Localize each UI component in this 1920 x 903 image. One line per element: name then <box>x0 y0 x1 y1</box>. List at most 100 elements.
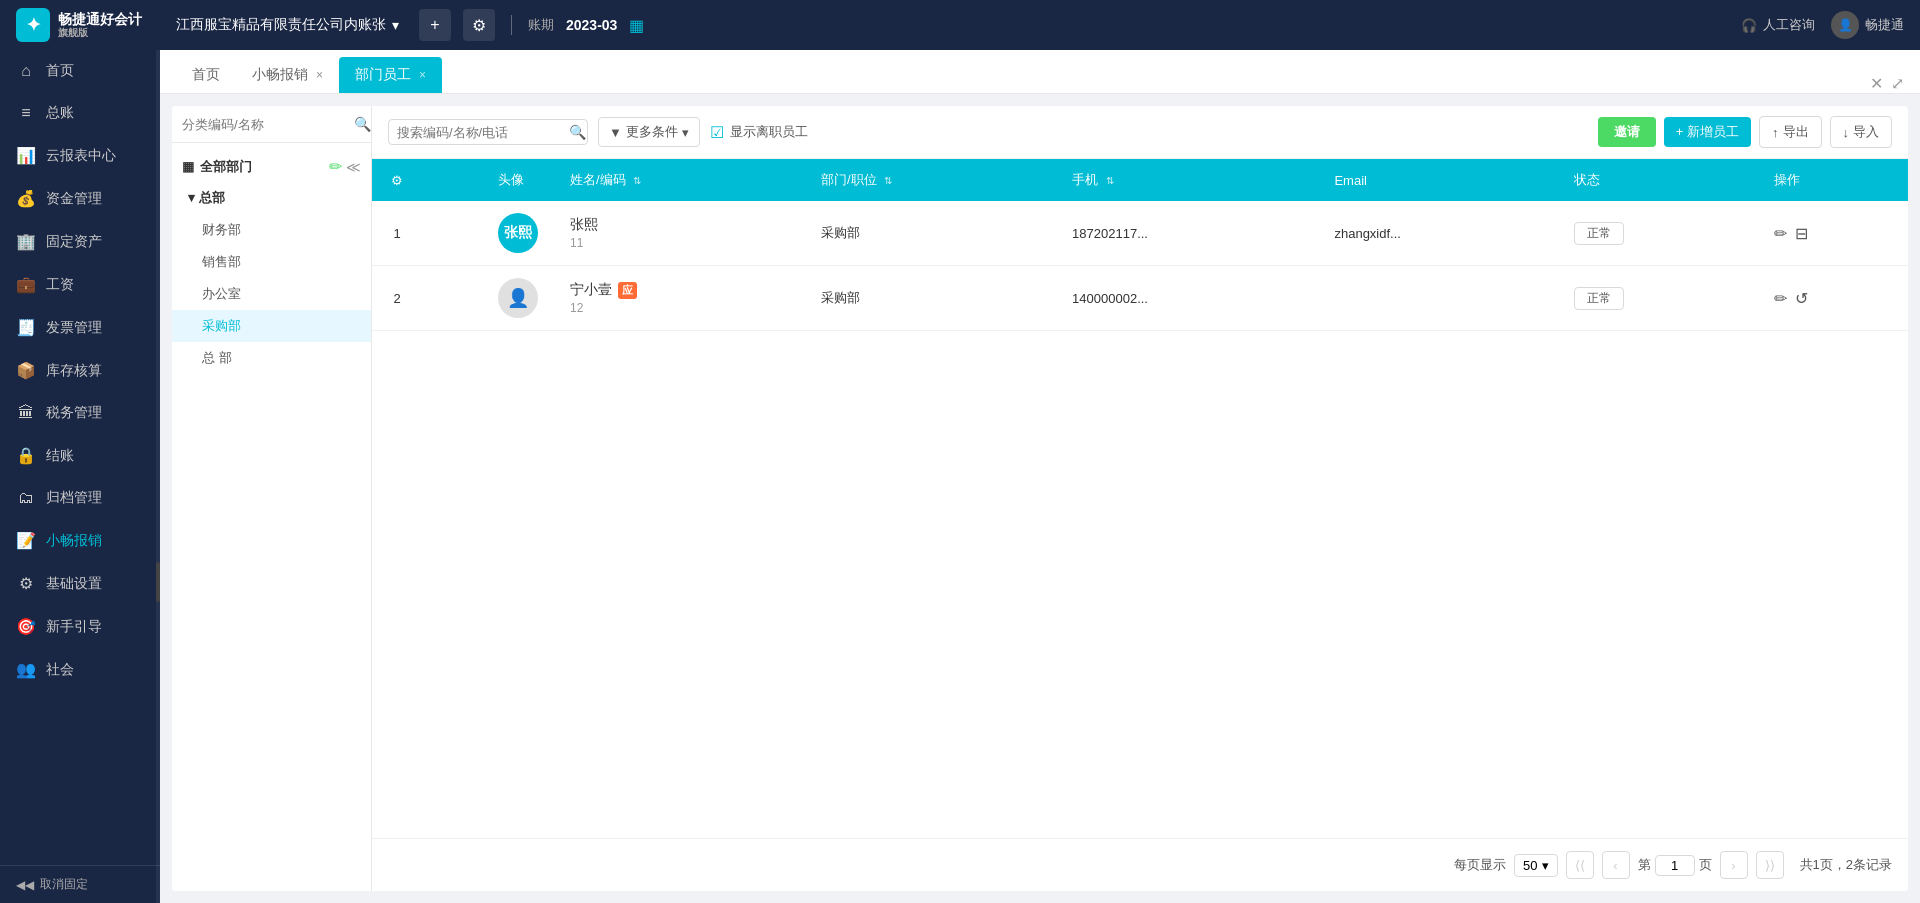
page-next-btn[interactable]: › <box>1720 851 1748 879</box>
invite-button[interactable]: 邀请 <box>1598 117 1656 147</box>
calendar-icon[interactable]: ▦ <box>629 16 644 35</box>
row1-name-code: 张熙 11 <box>570 216 789 250</box>
per-page-label: 每页显示 <box>1454 856 1506 874</box>
dept-item-finance[interactable]: 财务部 <box>172 214 371 246</box>
tabs-bar: 首页 小畅报销 × 部门员工 × ✕ ⤢ <box>160 50 1920 94</box>
sidebar-item-closing[interactable]: 🔒 结账 <box>0 434 160 477</box>
sidebar-item-invoice[interactable]: 🧾 发票管理 <box>0 306 160 349</box>
dept-purchase-label: 采购部 <box>202 318 241 333</box>
sidebar-item-assets[interactable]: 🏢 固定资产 <box>0 220 160 263</box>
layout: ⌂ 首页 ≡ 总账 📊 云报表中心 💰 资金管理 🏢 固定资产 💼 工资 <box>0 50 1920 903</box>
row1-phone: 187202117... <box>1056 201 1318 266</box>
sidebar-item-expense[interactable]: 📝 小畅报销 <box>0 519 160 562</box>
topbar-divider <box>511 15 512 35</box>
tab-home[interactable]: 首页 <box>176 57 236 93</box>
page-prev-btn[interactable]: ‹ <box>1602 851 1630 879</box>
import-label: 导入 <box>1853 123 1879 141</box>
row2-name: 宁小壹 <box>570 281 612 299</box>
sidebar-item-reports[interactable]: 📊 云报表中心 <box>0 134 160 177</box>
app-name: 畅捷通好会计 <box>58 11 142 28</box>
guide-icon: 🎯 <box>16 617 36 636</box>
sidebar-item-tax[interactable]: 🏛 税务管理 <box>0 392 160 434</box>
tab-expense-close[interactable]: × <box>316 68 323 82</box>
dept-collapse-icon[interactable]: ≪ <box>346 159 361 175</box>
dept-search-input[interactable] <box>182 117 350 132</box>
row2-badge: 应 <box>618 282 637 299</box>
dept-item-sales[interactable]: 销售部 <box>172 246 371 278</box>
sidebar-item-settings[interactable]: ⚙ 基础设置 <box>0 562 160 605</box>
row2-dept: 采购部 <box>805 266 1056 331</box>
col-dept[interactable]: 部门/职位 ⇅ <box>805 159 1056 201</box>
dept-all-left: ▦ 全部部门 <box>182 158 252 176</box>
dept-item-purchase[interactable]: 采购部 <box>172 310 371 342</box>
dept-edit-icon[interactable]: ✏ <box>329 157 342 176</box>
row2-status: 正常 <box>1558 266 1758 331</box>
employee-search-input[interactable] <box>397 125 565 140</box>
sidebar-item-payroll[interactable]: 💼 工资 <box>0 263 160 306</box>
filter-dropdown-icon: ▾ <box>682 125 689 140</box>
status-badge-2: 正常 <box>1574 287 1624 310</box>
tab-expand[interactable]: ⤢ <box>1891 74 1904 93</box>
col-email: Email <box>1318 159 1558 201</box>
row2-name-with-badge: 宁小壹 应 <box>570 281 789 299</box>
sidebar-item-label: 固定资产 <box>46 233 102 251</box>
sidebar-item-label: 结账 <box>46 447 74 465</box>
tab-dept-employee[interactable]: 部门员工 × <box>339 57 442 93</box>
dept-all-header[interactable]: ▦ 全部部门 ✏ ≪ <box>172 151 371 182</box>
sidebar-item-archive[interactable]: 🗂 归档管理 <box>0 477 160 519</box>
col-settings[interactable]: ⚙ <box>372 159 422 201</box>
add-button[interactable]: + <box>419 9 451 41</box>
settings-button[interactable]: ⚙ <box>463 9 495 41</box>
row1-edit-btn[interactable]: ✏ <box>1774 224 1787 243</box>
user-info[interactable]: 👤 畅捷通 <box>1831 11 1904 39</box>
avatar-circle-1: 张熙 <box>498 213 538 253</box>
per-page-select[interactable]: 50 ▾ <box>1514 854 1557 877</box>
dept-search-icon[interactable]: 🔍 <box>354 116 371 132</box>
service-button[interactable]: 🎧 人工咨询 <box>1741 16 1815 34</box>
cancel-pin-button[interactable]: ◀◀ 取消固定 <box>0 865 160 903</box>
dept-finance-label: 财务部 <box>202 222 241 237</box>
tab-close-all[interactable]: ✕ <box>1870 74 1883 93</box>
tab-expense[interactable]: 小畅报销 × <box>236 57 339 93</box>
dept-item-general-hq[interactable]: 总 部 <box>172 342 371 374</box>
row1-status: 正常 <box>1558 201 1758 266</box>
row2-code: 12 <box>570 301 789 315</box>
dept-item-hq-parent[interactable]: ▾ 总部 <box>172 182 371 214</box>
row1-avatar: 张熙 <box>482 201 554 266</box>
row1-logout-btn[interactable]: ⊟ <box>1795 224 1808 243</box>
sidebar-item-label: 发票管理 <box>46 319 102 337</box>
col-name[interactable]: 姓名/编码 ⇅ <box>554 159 805 201</box>
row1-actions: ✏ ⊟ <box>1758 201 1908 266</box>
dept-item-office[interactable]: 办公室 <box>172 278 371 310</box>
filter-button[interactable]: ▼ 更多条件 ▾ <box>598 117 700 147</box>
company-selector[interactable]: 江西服宝精品有限责任公司内账张 ▾ <box>168 12 407 38</box>
headset-icon: 🎧 <box>1741 18 1757 33</box>
page-last-btn[interactable]: ⟩⟩ <box>1756 851 1784 879</box>
row1-num2 <box>422 201 482 266</box>
sidebar-item-home[interactable]: ⌂ 首页 <box>0 50 160 92</box>
import-icon: ↓ <box>1843 125 1850 140</box>
checkbox-icon: ☑ <box>710 123 724 142</box>
sidebar-item-funds[interactable]: 💰 资金管理 <box>0 177 160 220</box>
sidebar-item-ledger[interactable]: ≡ 总账 <box>0 92 160 134</box>
page-first-btn[interactable]: ⟨⟨ <box>1566 851 1594 879</box>
sidebar-item-guide[interactable]: 🎯 新手引导 <box>0 605 160 648</box>
page-input[interactable] <box>1655 855 1695 876</box>
main: 首页 小畅报销 × 部门员工 × ✕ ⤢ 🔍 <box>160 50 1920 903</box>
col-phone[interactable]: 手机 ⇅ <box>1056 159 1318 201</box>
import-button[interactable]: ↓ 导入 <box>1830 116 1893 148</box>
app-logo: ✦ 畅捷通好会计 旗舰版 <box>16 8 156 42</box>
sidebar-item-label: 税务管理 <box>46 404 102 422</box>
add-employee-button[interactable]: + 新增员工 <box>1664 117 1751 147</box>
sidebar-item-more[interactable]: 👥 社会 <box>0 648 160 691</box>
row1-num: 1 <box>372 201 422 266</box>
row2-delete-btn[interactable]: ↺ <box>1795 289 1808 308</box>
row2-edit-btn[interactable]: ✏ <box>1774 289 1787 308</box>
employee-search-icon[interactable]: 🔍 <box>569 124 586 140</box>
sidebar-item-inventory[interactable]: 📦 库存核算 <box>0 349 160 392</box>
row2-name-cell: 宁小壹 应 12 <box>554 266 805 331</box>
show-resigned-checkbox[interactable]: ☑ 显示离职员工 <box>710 123 808 142</box>
export-button[interactable]: ↑ 导出 <box>1759 116 1822 148</box>
reports-icon: 📊 <box>16 146 36 165</box>
tab-dept-employee-close[interactable]: × <box>419 68 426 82</box>
